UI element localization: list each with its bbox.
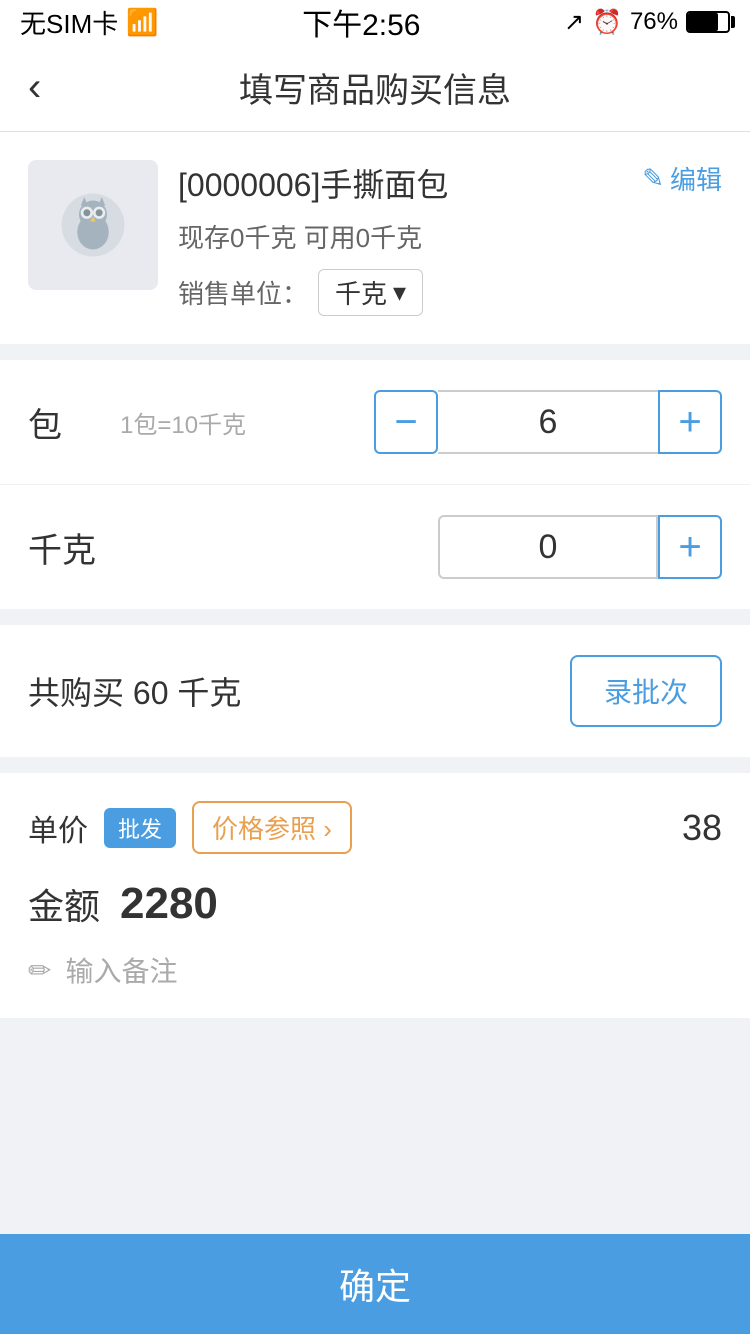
kg-plus-button[interactable]: + xyxy=(658,515,722,579)
product-logo xyxy=(58,190,128,260)
batch-button[interactable]: 录批次 xyxy=(570,655,722,727)
price-label: 单价 xyxy=(28,806,88,850)
product-name: [0000006]手撕面包 xyxy=(178,160,722,206)
pack-plus-button[interactable]: + xyxy=(658,390,722,454)
confirm-button[interactable]: 确定 xyxy=(0,1234,750,1334)
alarm-icon: ⏰ xyxy=(592,8,622,37)
price-section: 单价 批发 价格参照 › 38 金额 2280 ✏ 输入备注 xyxy=(0,773,750,1018)
price-value: 38 xyxy=(682,807,722,849)
batch-tag: 批发 xyxy=(104,808,176,848)
battery-icon xyxy=(686,11,730,33)
pack-stepper: − + xyxy=(374,390,722,454)
pack-input[interactable] xyxy=(438,390,658,454)
product-section: [0000006]手撕面包 现存0千克 可用0千克 销售单位： 千克 ▾ ✎ 编… xyxy=(0,132,750,344)
price-ref-button[interactable]: 价格参照 › xyxy=(192,801,352,854)
location-icon: ↗ xyxy=(564,8,584,37)
product-info: [0000006]手撕面包 现存0千克 可用0千克 销售单位： 千克 ▾ xyxy=(178,160,722,316)
price-row: 单价 批发 价格参照 › 38 xyxy=(28,801,722,854)
input-section: 包 1包=10千克 − + 千克 + xyxy=(0,360,750,609)
product-stock: 现存0千克 可用0千克 xyxy=(178,218,722,255)
amount-label: 金额 xyxy=(28,878,100,930)
total-section: 共购买 60 千克 录批次 xyxy=(0,625,750,757)
unit-value: 千克 xyxy=(335,274,387,311)
pack-row: 包 1包=10千克 − + xyxy=(0,360,750,485)
amount-row: 金额 2280 xyxy=(28,878,722,930)
edit-icon: ✎ xyxy=(642,163,664,194)
nav-bar: ‹ 填写商品购买信息 xyxy=(0,44,750,132)
confirm-label: 确定 xyxy=(339,1258,411,1310)
status-carrier: 无SIM卡 📶 xyxy=(20,4,159,41)
edit-label: 编辑 xyxy=(670,160,722,197)
unit-dropdown-icon: ▾ xyxy=(393,277,406,308)
status-bar: 无SIM卡 📶 下午2:56 ↗ ⏰ 76% xyxy=(0,0,750,44)
note-icon: ✏ xyxy=(28,954,51,987)
status-battery: ↗ ⏰ 76% xyxy=(564,8,730,37)
note-text: 输入备注 xyxy=(65,950,177,990)
pack-sub-label: 1包=10千克 xyxy=(120,405,374,440)
back-button[interactable]: ‹ xyxy=(28,65,41,110)
unit-select[interactable]: 千克 ▾ xyxy=(318,269,423,316)
product-image xyxy=(28,160,158,290)
pack-minus-button[interactable]: − xyxy=(374,390,438,454)
kg-label: 千克 xyxy=(28,523,108,572)
carrier-text: 无SIM卡 xyxy=(20,4,118,41)
kg-input[interactable] xyxy=(438,515,658,579)
wifi-icon: 📶 xyxy=(126,7,158,38)
unit-label: 销售单位： xyxy=(178,274,308,311)
kg-row: 千克 + xyxy=(0,485,750,609)
battery-percent: 76% xyxy=(630,8,678,36)
pack-label: 包 xyxy=(28,398,108,447)
note-row[interactable]: ✏ 输入备注 xyxy=(28,950,722,990)
kg-stepper: + xyxy=(438,515,722,579)
status-time: 下午2:56 xyxy=(302,0,420,44)
page-title: 填写商品购买信息 xyxy=(239,63,511,112)
product-unit-row: 销售单位： 千克 ▾ xyxy=(178,269,722,316)
amount-value: 2280 xyxy=(120,879,218,929)
edit-button[interactable]: ✎ 编辑 xyxy=(642,160,722,197)
total-text: 共购买 60 千克 xyxy=(28,668,241,714)
